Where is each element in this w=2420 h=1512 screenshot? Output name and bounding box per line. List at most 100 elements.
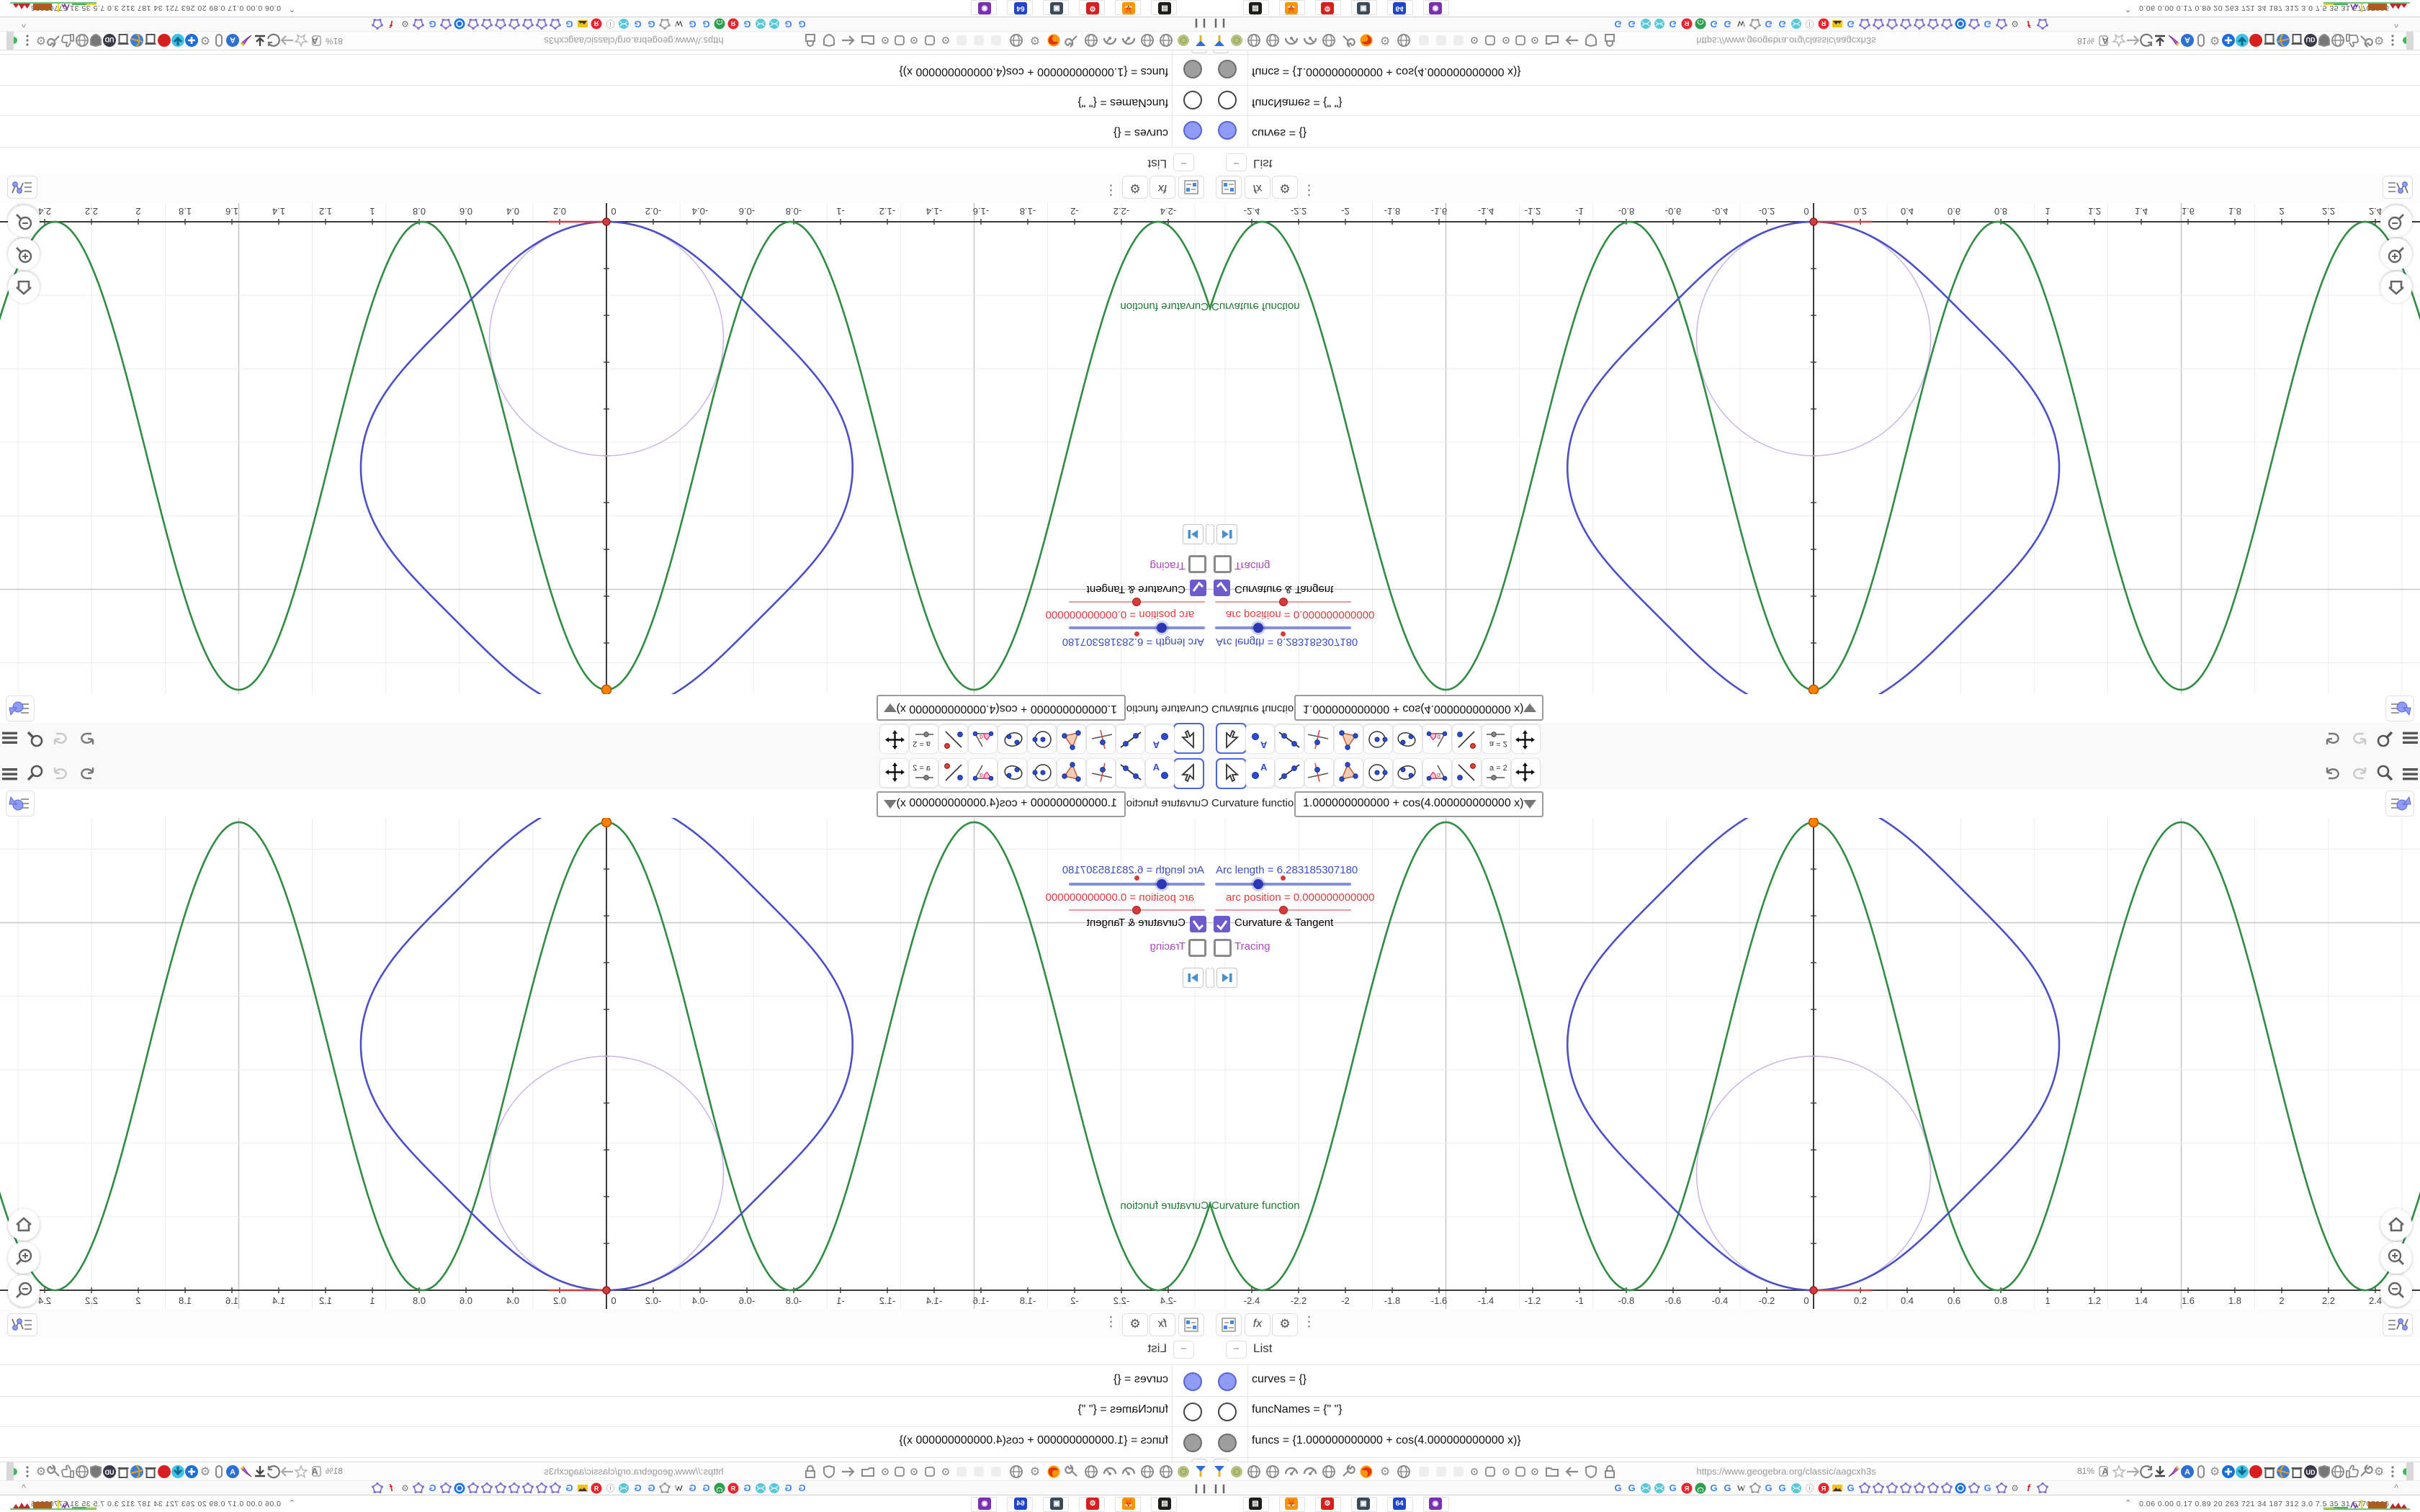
arc-length-slider[interactable]	[1069, 626, 1205, 629]
dot-icon[interactable]	[906, 1464, 922, 1480]
reflect-tool[interactable]	[1452, 758, 1482, 788]
dot-icon[interactable]	[1527, 32, 1543, 48]
browser-tab[interactable]	[659, 1482, 671, 1494]
globe-icon[interactable]	[1008, 32, 1024, 48]
graphics-view[interactable]: -2.4 -2.2 -2 -1.8 -1.6 -1.4 -1.2 -1 -0.8 -0.6 -0.4…	[1210, 797, 2420, 1310]
dot-icon[interactable]	[938, 1464, 954, 1480]
arrow-left-icon[interactable]	[840, 1464, 856, 1480]
folder-icon[interactable]	[1544, 32, 1560, 48]
zoom-in-button[interactable]	[2380, 1242, 2412, 1274]
settings-button[interactable]: ⚙	[1272, 1313, 1298, 1336]
globe-icon[interactable]	[1321, 1464, 1337, 1480]
arc-position-knob[interactable]	[1279, 598, 1288, 606]
gauge-icon[interactable]	[1283, 1464, 1299, 1480]
home-button[interactable]	[2380, 1209, 2412, 1241]
angle-tool[interactable]: α	[1422, 758, 1452, 788]
globe-icon[interactable]	[1265, 32, 1281, 48]
funnel-icon[interactable]	[1193, 1464, 1209, 1480]
browser-tab[interactable]	[550, 1482, 562, 1494]
ghost-icon[interactable]	[1433, 32, 1449, 48]
arc-position-knob[interactable]	[1279, 906, 1288, 914]
visibility-toggle[interactable]	[1218, 1434, 1237, 1452]
step-button[interactable]	[1216, 524, 1237, 544]
tab-overflow-chevron[interactable]: ^	[22, 19, 26, 30]
gauge-icon[interactable]	[1102, 32, 1118, 48]
dot-icon[interactable]	[906, 32, 922, 48]
collapse-group-button[interactable]: −	[1226, 1341, 1247, 1359]
browser-tab[interactable]	[1913, 18, 1925, 30]
graphics-panel-toggle[interactable]	[7, 176, 37, 199]
ghost-icon[interactable]	[954, 32, 969, 48]
curvature-tangent-checkbox[interactable]	[1214, 916, 1230, 932]
ghost-icon[interactable]	[1433, 1464, 1449, 1480]
browser-tab[interactable]: G	[796, 18, 808, 30]
menu-button[interactable]	[0, 763, 20, 783]
gauge-icon[interactable]	[1302, 1464, 1318, 1480]
browser-tab[interactable]	[1694, 18, 1706, 30]
ghost-icon[interactable]	[971, 32, 987, 48]
browser-tab[interactable]	[536, 18, 548, 30]
visibility-toggle[interactable]	[1183, 121, 1202, 140]
browser-tab[interactable]: f	[385, 1482, 398, 1494]
browser-tab[interactable]	[659, 18, 671, 30]
browser-tab[interactable]	[454, 18, 466, 30]
graphics-stylebar-toggle[interactable]	[2385, 696, 2414, 721]
arc-length-knob[interactable]	[1157, 623, 1167, 633]
url-bar[interactable]: https://www.geogebra.org/classic/aagcxh3…	[1613, 1466, 1959, 1477]
dot-icon[interactable]	[877, 1464, 893, 1480]
visibility-toggle[interactable]	[1183, 60, 1202, 78]
polygon-tool[interactable]	[1334, 758, 1363, 788]
ghost-icon[interactable]	[988, 32, 1004, 48]
browser-tab[interactable]	[508, 1482, 521, 1494]
line-tool[interactable]	[1116, 724, 1145, 754]
browser-tab[interactable]: Я	[727, 18, 740, 30]
browser-tab[interactable]: Я	[1817, 18, 1829, 30]
marker-icon[interactable]	[238, 32, 254, 48]
graphics-stylebar-toggle[interactable]	[6, 696, 35, 721]
collapse-group-button[interactable]: −	[1173, 153, 1194, 171]
arc-length-slider[interactable]	[1215, 626, 1351, 629]
step-button[interactable]	[1183, 968, 1204, 988]
browser-tab[interactable]	[2036, 18, 2048, 30]
floppy64-app-button[interactable]: 64	[1387, 1497, 1413, 1512]
globe-icon[interactable]	[1083, 32, 1099, 48]
shield-dark-icon[interactable]	[88, 1464, 104, 1480]
angle-tool[interactable]: α	[1422, 724, 1452, 754]
reflect-tool[interactable]	[938, 724, 968, 754]
arrow-left-icon[interactable]	[840, 32, 856, 48]
circle-with-center-tool[interactable]	[1363, 758, 1393, 788]
zoom-in-button[interactable]	[8, 1242, 40, 1274]
tracing-checkbox[interactable]	[1188, 939, 1206, 957]
square-icon[interactable]	[892, 32, 908, 48]
dot-icon[interactable]	[1466, 1464, 1482, 1480]
graphics-panel-toggle[interactable]	[2383, 1313, 2413, 1336]
browser-tab[interactable]: G	[1708, 1482, 1720, 1494]
thumb-icon[interactable]	[60, 32, 76, 48]
ghost-icon[interactable]	[988, 1464, 1004, 1480]
firefox-app-button[interactable]: 🦊	[1115, 1497, 1141, 1512]
browser-tab[interactable]: G	[426, 18, 439, 30]
chevron-down-icon[interactable]	[884, 703, 897, 712]
perpendicular-line-tool[interactable]	[1086, 758, 1116, 788]
ud-icon[interactable]: UD	[102, 1464, 117, 1480]
graphics-view[interactable]: -2.4 -2.2 -2 -1.8 -1.6 -1.4 -1.2 -1 -0.8 -0.6 -0.4…	[0, 202, 1210, 715]
screen-recorder-app-button[interactable]: ▣	[1351, 0, 1377, 15]
browser-tab[interactable]	[1954, 18, 1966, 30]
browser-tab[interactable]: G	[1708, 18, 1720, 30]
browser-tab[interactable]: G	[782, 18, 794, 30]
screen-recorder-app-button[interactable]: ▣	[1043, 0, 1069, 15]
browser-tab[interactable]	[536, 1482, 548, 1494]
url-bar[interactable]: https://www.geogebra.org/classic/aagcxh3…	[1613, 35, 1959, 46]
window-scrollbar[interactable]	[2406, 1462, 2414, 1481]
chevron-down-icon[interactable]	[884, 800, 897, 809]
square-icon[interactable]	[1512, 1464, 1528, 1480]
browser-tab[interactable]: W	[673, 1482, 685, 1494]
olive-circle-icon[interactable]	[1175, 32, 1191, 48]
browser-tab[interactable]	[413, 18, 425, 30]
kebab-menu[interactable]: ⋮	[1104, 1314, 1118, 1331]
browser-tab[interactable]	[2036, 1482, 2048, 1494]
zoom-out-button[interactable]	[8, 205, 40, 237]
tab-overflow-chevron[interactable]: ^	[2394, 1482, 2398, 1493]
kebab-menu[interactable]: ⋮	[1302, 181, 1316, 198]
browser-tab[interactable]: ⚙	[2009, 1482, 2021, 1494]
